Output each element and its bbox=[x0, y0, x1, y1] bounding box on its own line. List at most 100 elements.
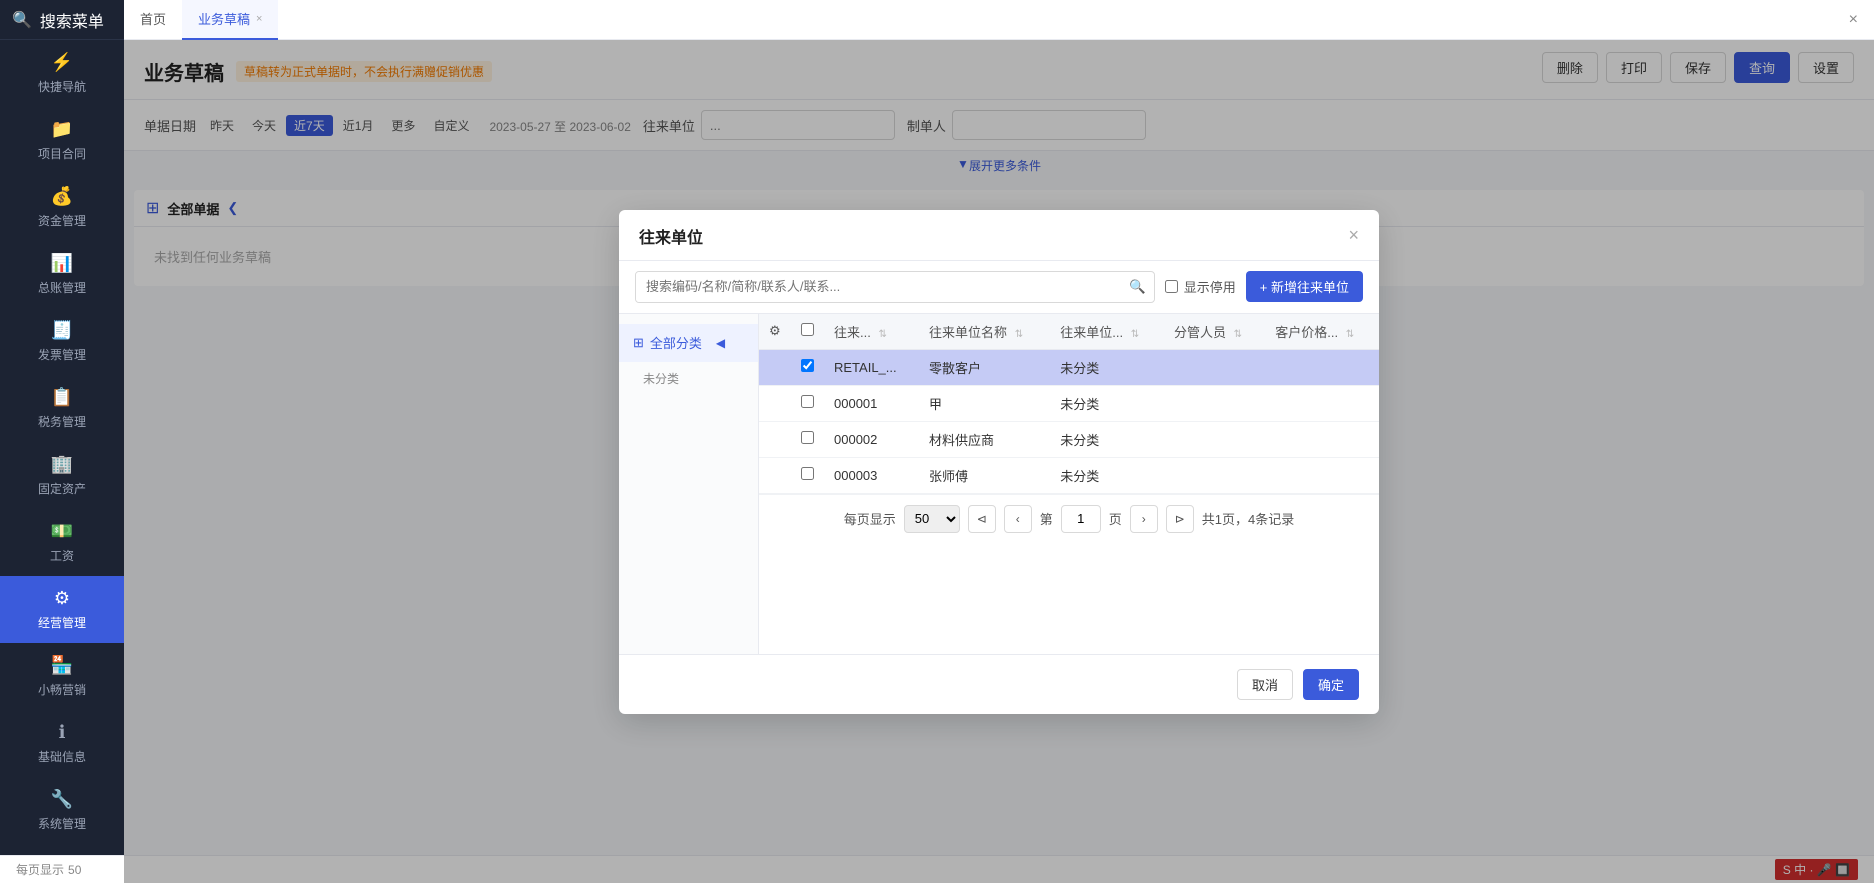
topbar: 首页 业务草稿 × × bbox=[124, 0, 1874, 40]
page-next-btn[interactable]: › bbox=[1130, 505, 1158, 533]
dialog-toolbar: 🔍 显示停用 + 新增往来单位 bbox=[619, 261, 1379, 314]
page-input[interactable] bbox=[1061, 505, 1101, 533]
page-first-btn[interactable]: ⊲ bbox=[968, 505, 996, 533]
tab-close-icon[interactable]: × bbox=[256, 13, 262, 25]
page-size-select[interactable]: 50 100 200 bbox=[904, 505, 960, 533]
th-manager: 分管人员 ⇅ bbox=[1164, 314, 1265, 350]
store-icon: 🏪 bbox=[51, 655, 73, 676]
th-price: 客户价格... ⇅ bbox=[1265, 314, 1379, 350]
ops-icon: ⚙ bbox=[54, 588, 70, 609]
sidebar-item-label: 固定资产 bbox=[38, 480, 86, 497]
row-cat-3: 未分类 bbox=[1050, 421, 1164, 457]
sidebar-item-project-contract[interactable]: 📁 项目合同 bbox=[0, 107, 124, 174]
page-unit: 页 bbox=[1109, 509, 1122, 528]
row-checkbox-2[interactable] bbox=[791, 385, 824, 421]
topbar-close-icon[interactable]: × bbox=[1849, 11, 1858, 29]
category-toggle-btn[interactable]: ◀ bbox=[708, 332, 733, 354]
sidebar-item-label: 资金管理 bbox=[38, 212, 86, 229]
row-cat-1: 未分类 bbox=[1050, 349, 1164, 385]
fund-icon: 💰 bbox=[51, 186, 73, 207]
sidebar-search-label: 搜索菜单 bbox=[40, 8, 104, 32]
show-disabled-checkbox[interactable] bbox=[1165, 280, 1178, 293]
sidebar-item-small-store[interactable]: 🏪 小畅营销 bbox=[0, 643, 124, 710]
row-check-4[interactable] bbox=[801, 467, 814, 480]
row-price-4 bbox=[1265, 457, 1379, 493]
sidebar-item-label: 项目合同 bbox=[38, 145, 86, 162]
sidebar: 🔍 搜索菜单 ⚡ 快捷导航 📁 项目合同 💰 资金管理 📊 总账管理 🧾 发票管… bbox=[0, 0, 124, 883]
sort-icon-manager: ⇅ bbox=[1234, 329, 1242, 340]
overlay[interactable]: 往来单位 × 🔍 显示停用 + 新增往来单位 ⊞ 全部分类 ◀ bbox=[124, 40, 1874, 883]
sidebar-item-label: 基础信息 bbox=[38, 748, 86, 765]
tab-home[interactable]: 首页 bbox=[124, 0, 182, 40]
sort-icon-code: ⇅ bbox=[878, 329, 886, 340]
table-panel: ⚙ 往来... ⇅ 往来单位名称 ⇅ bbox=[759, 314, 1379, 654]
sidebar-item-label: 经营管理 bbox=[38, 614, 86, 631]
dialog-title: 往来单位 bbox=[639, 224, 703, 248]
table-scroll-area[interactable]: ⚙ 往来... ⇅ 往来单位名称 ⇅ bbox=[759, 314, 1379, 494]
row-code-2: 000001 bbox=[824, 385, 919, 421]
row-checkbox-1[interactable] bbox=[791, 349, 824, 385]
sidebar-search[interactable]: 🔍 搜索菜单 bbox=[0, 0, 124, 40]
row-check-2[interactable] bbox=[801, 395, 814, 408]
asset-icon: 🏢 bbox=[51, 454, 73, 475]
row-manager-2 bbox=[1164, 385, 1265, 421]
tab-draft-label: 业务草稿 bbox=[198, 9, 250, 28]
dialog-partner: 往来单位 × 🔍 显示停用 + 新增往来单位 ⊞ 全部分类 ◀ bbox=[619, 210, 1379, 714]
sidebar-item-fund-manage[interactable]: 💰 资金管理 bbox=[0, 174, 124, 241]
sidebar-item-label: 工资 bbox=[50, 547, 74, 564]
category-all[interactable]: ⊞ 全部分类 ◀ bbox=[619, 324, 758, 362]
table-row[interactable]: 000001 甲 未分类 bbox=[759, 385, 1379, 421]
cancel-button[interactable]: 取消 bbox=[1237, 669, 1293, 700]
add-partner-button[interactable]: + 新增往来单位 bbox=[1246, 271, 1363, 302]
system-icon: 🔧 bbox=[51, 789, 73, 810]
page-prev-btn[interactable]: ‹ bbox=[1004, 505, 1032, 533]
dialog-search-box: 🔍 bbox=[635, 271, 1155, 303]
topbar-right: × bbox=[1849, 11, 1874, 29]
category-panel: ⊞ 全部分类 ◀ 未分类 bbox=[619, 314, 759, 654]
dialog-search-input[interactable] bbox=[636, 272, 1121, 302]
th-category: 往来单位... ⇅ bbox=[1050, 314, 1164, 350]
statusbar-page-size: 50 bbox=[68, 863, 81, 877]
sidebar-item-accounting[interactable]: 📊 总账管理 bbox=[0, 241, 124, 308]
sidebar-item-system[interactable]: 🔧 系统管理 bbox=[0, 777, 124, 844]
dialog-footer: 取消 确定 bbox=[619, 654, 1379, 714]
pagination: 每页显示 50 100 200 ⊲ ‹ 第 页 › ⊳ 共1页，4条记录 bbox=[759, 494, 1379, 543]
sidebar-item-tax[interactable]: 📋 税务管理 bbox=[0, 375, 124, 442]
statusbar-label: 每页显示 bbox=[16, 861, 64, 878]
sort-icon-category: ⇅ bbox=[1131, 329, 1139, 340]
confirm-button[interactable]: 确定 bbox=[1303, 669, 1359, 700]
sidebar-item-wage[interactable]: 💵 工资 bbox=[0, 509, 124, 576]
row-check-1[interactable] bbox=[801, 359, 814, 372]
th-gear: ⚙ bbox=[759, 314, 791, 350]
row-check-3[interactable] bbox=[801, 431, 814, 444]
project-icon: 📁 bbox=[51, 119, 73, 140]
row-manager-3 bbox=[1164, 421, 1265, 457]
table-row[interactable]: RETAIL_... 零散客户 未分类 bbox=[759, 349, 1379, 385]
dialog-search-button[interactable]: 🔍 bbox=[1121, 274, 1154, 300]
partner-table: ⚙ 往来... ⇅ 往来单位名称 ⇅ bbox=[759, 314, 1379, 494]
row-checkbox-4[interactable] bbox=[791, 457, 824, 493]
show-disabled-label[interactable]: 显示停用 bbox=[1165, 277, 1236, 296]
row-checkbox-3[interactable] bbox=[791, 421, 824, 457]
dialog-close-icon[interactable]: × bbox=[1348, 225, 1359, 246]
page-last-btn[interactable]: ⊳ bbox=[1166, 505, 1194, 533]
sidebar-item-basic-info[interactable]: ℹ 基础信息 bbox=[0, 710, 124, 777]
sidebar-item-asset[interactable]: 🏢 固定资产 bbox=[0, 442, 124, 509]
table-row[interactable]: 000003 张师傅 未分类 bbox=[759, 457, 1379, 493]
invoice-icon: 🧾 bbox=[51, 320, 73, 341]
table-row[interactable]: 000002 材料供应商 未分类 bbox=[759, 421, 1379, 457]
quick-nav-icon: ⚡ bbox=[51, 52, 73, 73]
page-label: 第 bbox=[1040, 509, 1053, 528]
category-sub[interactable]: 未分类 bbox=[619, 362, 758, 395]
row-code-1: RETAIL_... bbox=[824, 349, 919, 385]
sidebar-item-label: 总账管理 bbox=[38, 279, 86, 296]
row-cat-4: 未分类 bbox=[1050, 457, 1164, 493]
select-all-checkbox[interactable] bbox=[801, 323, 814, 336]
sidebar-item-quick-nav[interactable]: ⚡ 快捷导航 bbox=[0, 40, 124, 107]
sidebar-item-ops-manage[interactable]: ⚙ 经营管理 bbox=[0, 576, 124, 643]
category-all-label: 全部分类 bbox=[650, 333, 702, 352]
sidebar-item-label: 快捷导航 bbox=[38, 78, 86, 95]
tab-draft[interactable]: 业务草稿 × bbox=[182, 0, 278, 40]
row-name-2: 甲 bbox=[919, 385, 1050, 421]
sidebar-item-invoice[interactable]: 🧾 发票管理 bbox=[0, 308, 124, 375]
